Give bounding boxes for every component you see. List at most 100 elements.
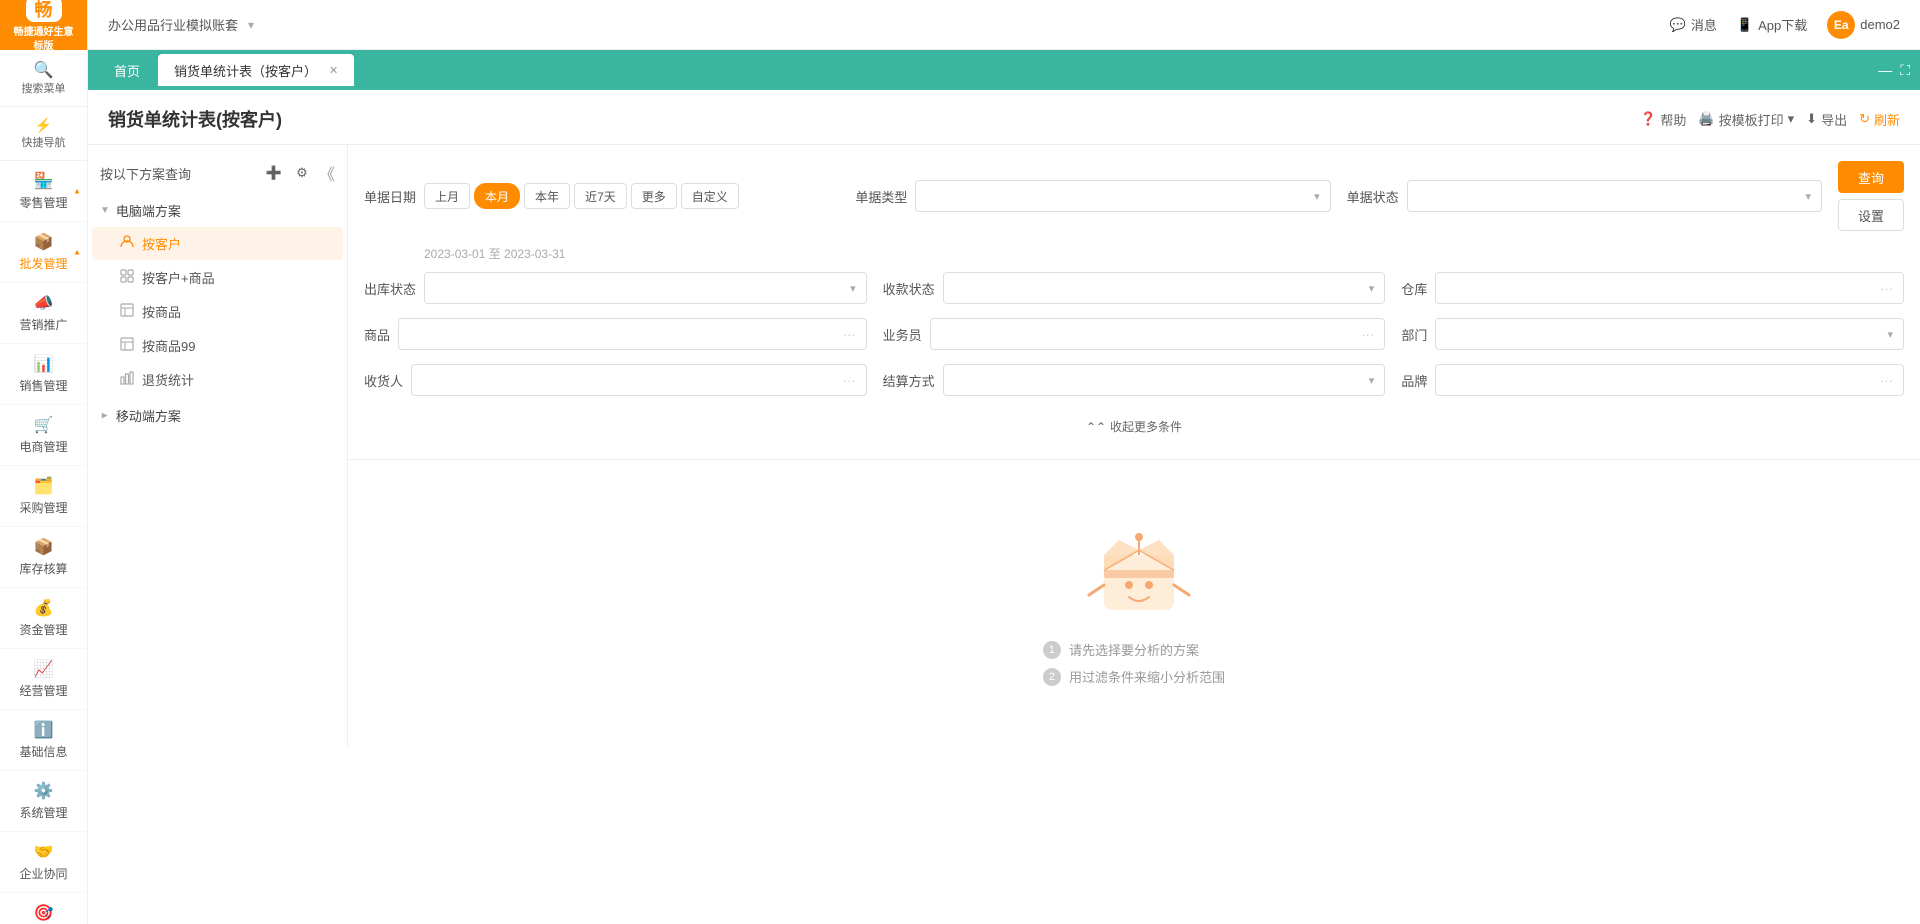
brand-filter: 品牌 ··· — [1401, 364, 1904, 396]
messages-btn[interactable]: 💬 消息 — [1670, 15, 1717, 34]
export-btn[interactable]: ⬇ 导出 — [1806, 110, 1847, 129]
collapse-up-icon: ⌃⌃ — [1086, 420, 1106, 434]
hint-num-1: 1 — [1043, 641, 1061, 659]
main-area: 办公用品行业模拟账套 ▾ 💬 消息 📱 App下载 Ea demo2 首页 — [88, 0, 1920, 924]
content-area: 销货单统计表(按客户) ❓ 帮助 🖨️ 按模板打印 ▾ ⬇ 导出 — [88, 90, 1920, 924]
product-select[interactable]: ··· — [398, 318, 867, 350]
settlement-chevron-icon: ▾ — [1369, 374, 1375, 387]
warehouse-label: 仓库 — [1401, 279, 1427, 298]
app-download-btn[interactable]: 📱 App下载 — [1737, 15, 1807, 34]
top-header: 办公用品行业模拟账套 ▾ 💬 消息 📱 App下载 Ea demo2 — [88, 0, 1920, 50]
header-right: 💬 消息 📱 App下载 Ea demo2 — [1670, 11, 1900, 39]
salesperson-dots-icon[interactable]: ··· — [1361, 327, 1374, 342]
refresh-icon: ↻ — [1859, 111, 1870, 127]
status-select[interactable]: ▾ — [1407, 180, 1822, 212]
scheme-item-by-product-99[interactable]: 按商品99 — [92, 329, 343, 362]
sidebar-item-finance[interactable]: 💰 资金管理 — [0, 588, 87, 649]
tab-sales-stats[interactable]: 销货单统计表（按客户） ✕ — [158, 54, 354, 86]
collect-chevron-icon: ▾ — [1369, 282, 1375, 295]
receiver-dots-icon[interactable]: ··· — [843, 373, 856, 388]
sidebar-item-quick-nav[interactable]: ⚡ 快捷导航 — [0, 107, 87, 161]
sidebar-item-basic-info[interactable]: ℹ️ 基础信息 — [0, 710, 87, 771]
scheme-panel-actions: ➕ ⚙ 《 — [263, 161, 335, 185]
sidebar-item-system[interactable]: ⚙️ 系统管理 — [0, 771, 87, 832]
warehouse-dots-icon[interactable]: ··· — [1880, 281, 1893, 296]
user-menu[interactable]: Ea demo2 — [1827, 11, 1900, 39]
query-btn[interactable]: 查询 — [1838, 161, 1904, 193]
brand-dots-icon[interactable]: ··· — [1880, 373, 1893, 388]
page-title: 销货单统计表(按客户) — [108, 106, 282, 132]
date-btn-this-month[interactable]: 本月 — [474, 183, 520, 209]
date-btn-more[interactable]: 更多 — [631, 183, 677, 209]
settlement-filter: 结算方式 ▾ — [883, 364, 1386, 396]
scheme-group-mobile: ▼ 移动端方案 — [88, 400, 347, 431]
collect-status-filter: 收款状态 ▾ — [883, 272, 1386, 304]
right-panel: 单据日期 上月 本月 本年 近7天 更多 自定义 — [348, 145, 1920, 746]
collapse-more-btn[interactable]: ⌃⌃ 收起更多条件 — [364, 410, 1904, 443]
product-dots-icon[interactable]: ··· — [843, 327, 856, 342]
print-chevron-icon: ▾ — [1788, 111, 1795, 127]
status-filter-field: 单据状态 ▾ — [1347, 180, 1822, 212]
scheme-item-by-product[interactable]: 按商品 — [92, 295, 343, 328]
empty-hints: 1 请先选择要分析的方案 2 用过滤条件来缩小分析范围 — [1043, 640, 1225, 686]
department-select[interactable]: ▾ — [1435, 318, 1904, 350]
refresh-btn[interactable]: ↻ 刷新 — [1859, 110, 1900, 129]
scheme-group-desktop-header[interactable]: ▼ 电脑端方案 — [88, 195, 347, 226]
page-header: 销货单统计表(按客户) ❓ 帮助 🖨️ 按模板打印 ▾ ⬇ 导出 — [88, 90, 1920, 145]
sidebar-item-enterprise[interactable]: 🤝 企业协同 — [0, 832, 87, 893]
action-buttons: 查询 设置 — [1838, 161, 1904, 231]
type-select[interactable]: ▾ — [915, 180, 1330, 212]
date-btn-7days[interactable]: 近7天 — [574, 183, 627, 209]
print-icon: 🖨️ — [1698, 111, 1714, 127]
header-dropdown-icon[interactable]: ▾ — [248, 18, 254, 32]
sidebar-item-wholesale-mgmt[interactable]: 📦 批发管理 — [0, 222, 87, 283]
scheme-item-by-customer-product[interactable]: 按客户+商品 — [92, 261, 343, 294]
tab-home[interactable]: 首页 — [98, 54, 156, 86]
sidebar-item-marketing[interactable]: 📣 营销推广 — [0, 283, 87, 344]
maximize-btn[interactable]: ⛶ — [1900, 62, 1910, 79]
empty-icon — [1084, 520, 1184, 620]
out-status-select[interactable]: ▾ — [424, 272, 867, 304]
filter-row-2: 出库状态 ▾ 收款状态 ▾ — [364, 272, 1904, 304]
two-panel: 按以下方案查询 ➕ ⚙ 《 ▼ 电脑端方案 — [88, 145, 1920, 746]
help-icon: ❓ — [1640, 111, 1656, 127]
date-btn-custom[interactable]: 自定义 — [681, 183, 739, 209]
setting-btn[interactable]: 设置 — [1838, 199, 1904, 231]
salesperson-select[interactable]: ··· — [930, 318, 1386, 350]
add-scheme-btn[interactable]: ➕ — [263, 162, 285, 184]
sidebar-item-retail-mgmt[interactable]: 🏪 零售管理 — [0, 161, 87, 222]
sidebar-item-search-menu[interactable]: 🔍 搜索菜单 — [0, 50, 87, 107]
window-buttons: — ⛶ — [1878, 62, 1910, 79]
help-btn[interactable]: ❓ 帮助 — [1640, 110, 1686, 129]
warehouse-select[interactable]: ··· — [1435, 272, 1904, 304]
scheme-item-return-stats[interactable]: 退货统计 — [92, 363, 343, 396]
sidebar-logo: 畅 畅捷通好生意 标版 — [0, 0, 87, 50]
sidebar-item-ecommerce[interactable]: 🛒 电商管理 — [0, 405, 87, 466]
collect-status-select[interactable]: ▾ — [943, 272, 1386, 304]
mobile-group-arrow-icon: ▼ — [99, 411, 110, 421]
status-label: 单据状态 — [1347, 187, 1399, 206]
date-btn-last-month[interactable]: 上月 — [424, 183, 470, 209]
scheme-group-mobile-header[interactable]: ▼ 移动端方案 — [88, 400, 347, 431]
settings-scheme-btn[interactable]: ⚙ — [291, 162, 313, 184]
sidebar-item-new-guide[interactable]: 🎯 新手引导 — [0, 893, 87, 924]
minimize-btn[interactable]: — — [1878, 62, 1892, 78]
collapse-scheme-btn[interactable]: 《 — [319, 161, 335, 185]
date-btn-this-year[interactable]: 本年 — [524, 183, 570, 209]
date-label: 单据日期 — [364, 187, 416, 206]
sidebar-items: 🏪 零售管理 📦 批发管理 📣 营销推广 📊 销售管理 🛒 电商管理 🗂️ 采购… — [0, 161, 87, 924]
settlement-select[interactable]: ▾ — [943, 364, 1386, 396]
sidebar-item-sales-mgmt[interactable]: 📊 销售管理 — [0, 344, 87, 405]
empty-state: 1 请先选择要分析的方案 2 用过滤条件来缩小分析范围 — [348, 460, 1920, 746]
grid-icon — [120, 269, 134, 286]
sidebar-item-operation[interactable]: 📈 经营管理 — [0, 649, 87, 710]
filter-row-3: 商品 ··· 业务员 ··· — [364, 318, 1904, 350]
brand-select[interactable]: ··· — [1435, 364, 1904, 396]
tab-close-icon[interactable]: ✕ — [329, 64, 338, 77]
empty-hint-2: 2 用过滤条件来缩小分析范围 — [1043, 667, 1225, 686]
sidebar-item-inventory[interactable]: 📦 库存核算 — [0, 527, 87, 588]
sidebar-item-purchase[interactable]: 🗂️ 采购管理 — [0, 466, 87, 527]
template-print-btn[interactable]: 🖨️ 按模板打印 ▾ — [1698, 110, 1794, 129]
receiver-select[interactable]: ··· — [411, 364, 867, 396]
scheme-item-by-customer[interactable]: 按客户 — [92, 227, 343, 260]
